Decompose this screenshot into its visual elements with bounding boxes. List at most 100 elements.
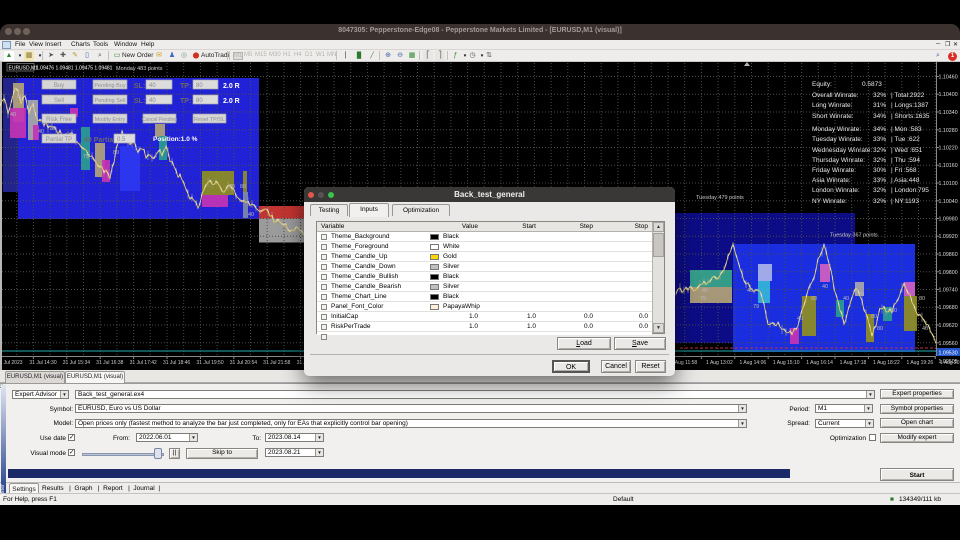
svg-text:Pending Sell: Pending Sell xyxy=(95,98,126,104)
svg-text:31 Jul 15:34: 31 Jul 15:34 xyxy=(63,360,90,366)
svg-text:Friday Winrate:: Friday Winrate: xyxy=(812,167,856,174)
svg-text:33%: 33% xyxy=(873,136,886,143)
svg-text:1 Aug 17:18: 1 Aug 17:18 xyxy=(840,360,867,366)
svg-text:| Tue :622: | Tue :622 xyxy=(891,136,920,143)
svg-text:1.10280: 1.10280 xyxy=(939,128,958,134)
svg-text:1 Aug 13:02: 1 Aug 13:02 xyxy=(706,360,733,366)
svg-text:40: 40 xyxy=(149,83,156,89)
svg-text:1 Aug 14:06: 1 Aug 14:06 xyxy=(739,360,766,366)
svg-text:Monday 483 points: Monday 483 points xyxy=(116,66,163,72)
svg-text:Sell: Sell xyxy=(54,98,64,104)
svg-text:1.09860: 1.09860 xyxy=(939,252,958,258)
svg-text:1.09740: 1.09740 xyxy=(939,288,958,294)
svg-text:EURUSD,M1: EURUSD,M1 xyxy=(9,66,39,72)
svg-text:32%: 32% xyxy=(873,147,886,154)
svg-text:1.09800: 1.09800 xyxy=(939,270,958,276)
svg-text:40: 40 xyxy=(747,288,753,294)
svg-text:Position:1.0 %: Position:1.0 % xyxy=(153,136,198,143)
svg-text:Monday Winrate:: Monday Winrate: xyxy=(812,126,861,133)
svg-text:80: 80 xyxy=(877,326,883,332)
svg-text:| Asia:448: | Asia:448 xyxy=(891,177,920,184)
svg-text:| Total:2922: | Total:2922 xyxy=(891,92,925,99)
svg-text:80: 80 xyxy=(196,83,203,89)
svg-text:Tuesday Winrate:: Tuesday Winrate: xyxy=(812,136,863,143)
svg-text:80: 80 xyxy=(811,296,817,302)
svg-text:1.09560: 1.09560 xyxy=(939,341,958,347)
svg-text:Partial TP: Partial TP xyxy=(46,137,72,143)
svg-text:40: 40 xyxy=(822,284,828,290)
svg-text:Short Winrate:: Short Winrate: xyxy=(812,113,854,120)
svg-text:1.09476 1.09481 1.09475 1.0948: 1.09476 1.09481 1.09475 1.09481 xyxy=(36,66,113,72)
svg-text:1 Aug 15:10: 1 Aug 15:10 xyxy=(773,360,800,366)
svg-text:1 Aug 16:14: 1 Aug 16:14 xyxy=(806,360,833,366)
svg-text:SL:: SL: xyxy=(134,98,145,105)
svg-text:1.10220: 1.10220 xyxy=(939,146,958,152)
svg-text:32%: 32% xyxy=(873,198,886,205)
svg-text:| Wed :651: | Wed :651 xyxy=(891,147,923,154)
svg-text:Long Winrate:: Long Winrate: xyxy=(812,102,853,109)
svg-text:2.0 R: 2.0 R xyxy=(223,83,240,90)
svg-text:31 Jul 20:54: 31 Jul 20:54 xyxy=(230,360,257,366)
svg-text:80: 80 xyxy=(113,150,119,156)
svg-text:80: 80 xyxy=(891,308,897,314)
svg-text:40 Partial:: 40 Partial: xyxy=(84,137,117,144)
svg-text:31 Jul 14:30: 31 Jul 14:30 xyxy=(29,360,56,366)
svg-text:| London:795: | London:795 xyxy=(891,187,929,194)
svg-text:Thursday Winrate:: Thursday Winrate: xyxy=(812,157,865,164)
svg-text:40: 40 xyxy=(797,316,803,322)
svg-text:Modify Entry: Modify Entry xyxy=(95,117,126,123)
svg-text:80: 80 xyxy=(240,184,246,190)
svg-text:TP:: TP: xyxy=(180,83,191,90)
svg-text:Asia Winrate:: Asia Winrate: xyxy=(812,177,851,184)
svg-text:| Fri :568: | Fri :568 xyxy=(891,167,917,174)
svg-text:31 Jul 19:50: 31 Jul 19:50 xyxy=(196,360,223,366)
svg-text:1.10400: 1.10400 xyxy=(939,92,958,98)
svg-text:Reset TP/SL: Reset TP/SL xyxy=(194,117,225,123)
svg-text:80: 80 xyxy=(229,184,235,190)
svg-text:1.10460: 1.10460 xyxy=(939,75,958,81)
svg-text:1 Aug 19:26: 1 Aug 19:26 xyxy=(906,360,933,366)
svg-text:31 Jul 16:38: 31 Jul 16:38 xyxy=(96,360,123,366)
svg-text:| Thu :594: | Thu :594 xyxy=(891,157,920,164)
svg-text:31%: 31% xyxy=(873,102,886,109)
svg-text:31 Jul 2023: 31 Jul 2023 xyxy=(0,360,23,366)
svg-text:32%: 32% xyxy=(873,157,886,164)
svg-text:1.10040: 1.10040 xyxy=(939,199,958,205)
svg-text:40: 40 xyxy=(10,112,16,118)
svg-text:TP:: TP: xyxy=(180,98,191,105)
svg-text:1.09620: 1.09620 xyxy=(939,323,958,329)
svg-text:Risk Free: Risk Free xyxy=(46,117,72,123)
svg-text:Overall Winrate:: Overall Winrate: xyxy=(812,92,859,99)
svg-text:40: 40 xyxy=(843,296,849,302)
svg-text:| Longs:1387: | Longs:1387 xyxy=(891,102,929,109)
svg-text:80: 80 xyxy=(196,98,203,104)
svg-text:32%: 32% xyxy=(873,92,886,99)
svg-text:Tuesday 367 points: Tuesday 367 points xyxy=(830,233,878,239)
svg-text:1.09680: 1.09680 xyxy=(939,305,958,311)
svg-text:80: 80 xyxy=(919,296,925,302)
svg-text:| NY:1193: | NY:1193 xyxy=(891,198,919,205)
svg-text:Pending Buy: Pending Buy xyxy=(94,83,125,89)
svg-text:1.10100: 1.10100 xyxy=(939,181,958,187)
svg-text:40: 40 xyxy=(702,288,708,294)
svg-text:Tuesday 479 points: Tuesday 479 points xyxy=(696,195,744,201)
svg-text:1.09530: 1.09530 xyxy=(939,351,958,357)
svg-text:34%: 34% xyxy=(873,113,886,120)
svg-text:2.0 R: 2.0 R xyxy=(223,98,240,105)
svg-text:| Shorts:1635: | Shorts:1635 xyxy=(891,113,930,120)
svg-text:80: 80 xyxy=(50,126,56,132)
svg-text:40: 40 xyxy=(149,98,156,104)
svg-text:75: 75 xyxy=(83,154,89,160)
svg-text:1.10340: 1.10340 xyxy=(939,110,958,116)
svg-text:32%: 32% xyxy=(873,187,886,194)
svg-text:40: 40 xyxy=(922,326,928,332)
svg-text:79: 79 xyxy=(858,292,864,298)
svg-text:79: 79 xyxy=(700,296,706,302)
svg-text:Equity:: Equity: xyxy=(812,81,832,88)
svg-text:31 Jul 17:42: 31 Jul 17:42 xyxy=(130,360,157,366)
svg-text:40: 40 xyxy=(248,212,254,218)
svg-text:Wednesday Winrate:: Wednesday Winrate: xyxy=(812,147,872,154)
svg-text:London Winrate:: London Winrate: xyxy=(812,187,860,194)
svg-text:Cancel Pending: Cancel Pending xyxy=(142,117,178,123)
svg-text:1 Aug 18:22: 1 Aug 18:22 xyxy=(873,360,900,366)
